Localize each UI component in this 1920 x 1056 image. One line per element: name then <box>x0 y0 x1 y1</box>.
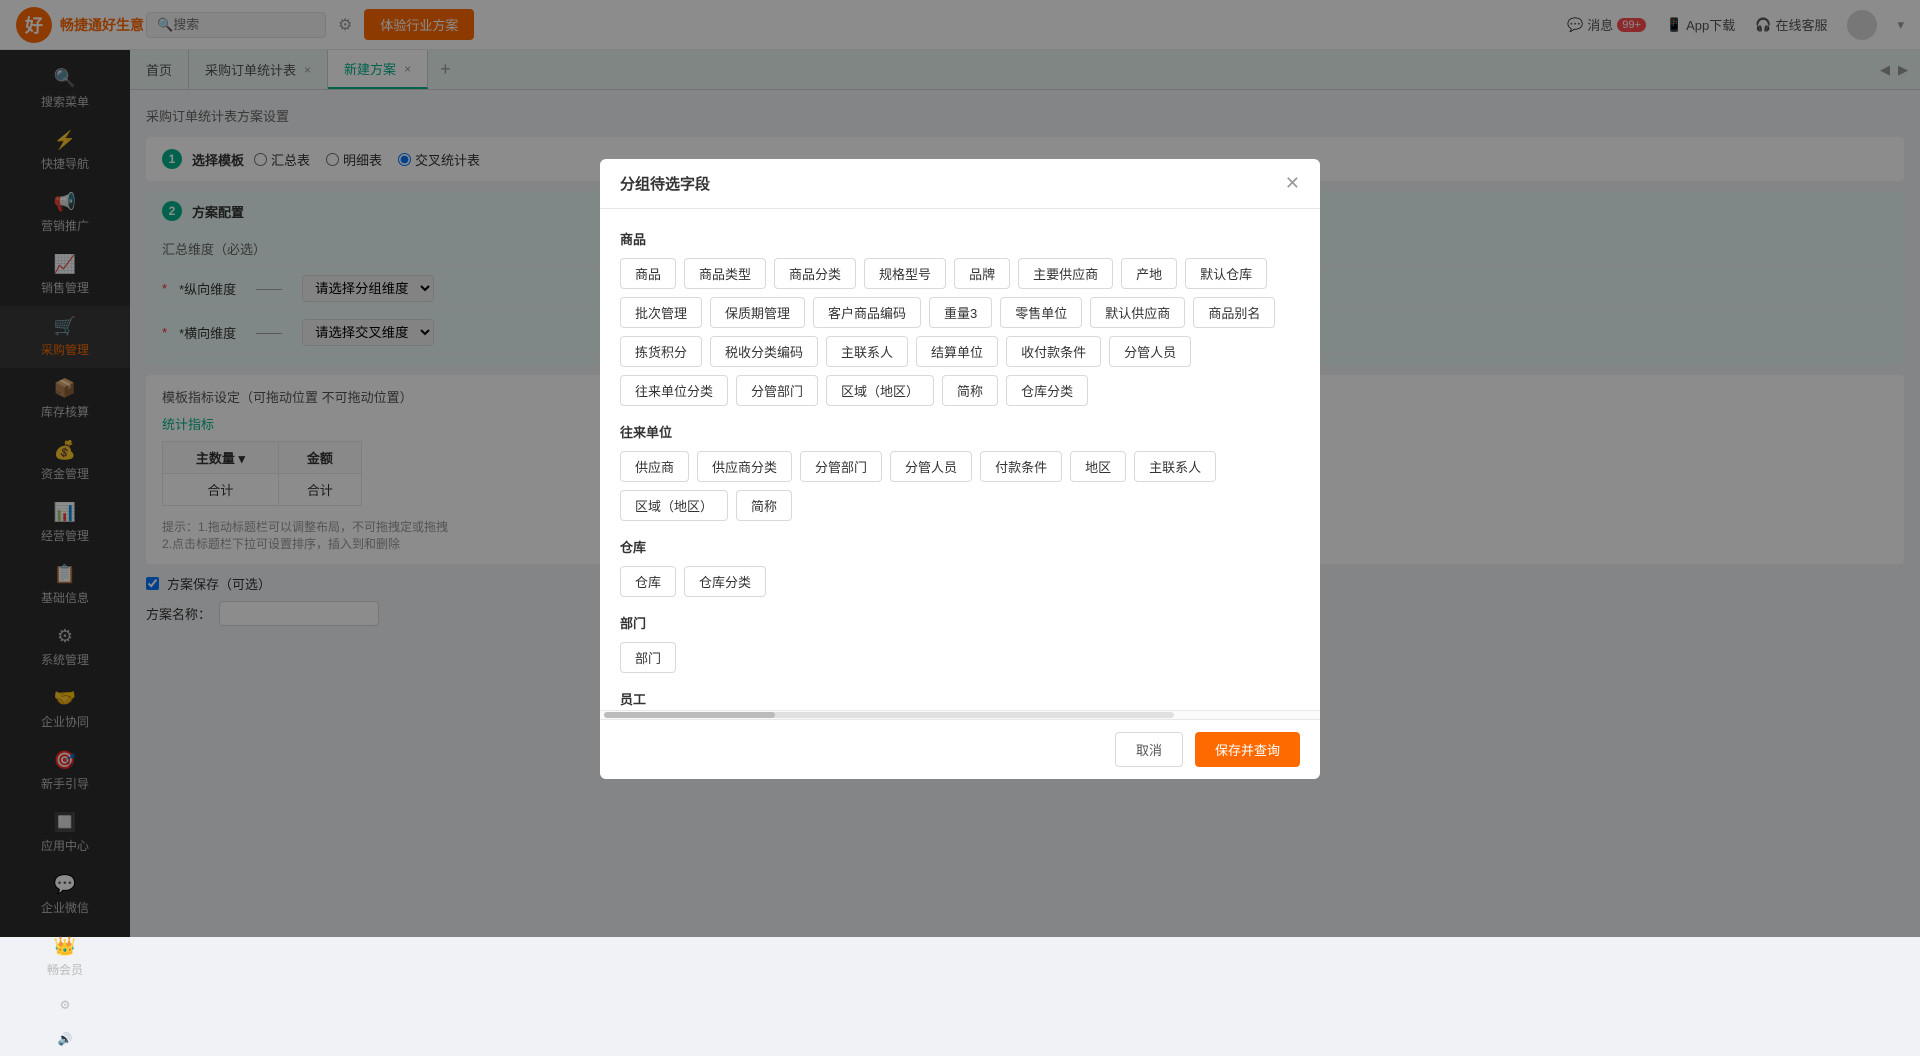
field-chip-goods-type[interactable]: 商品类型 <box>684 258 766 289</box>
confirm-button[interactable]: 保存并查询 <box>1195 732 1300 767</box>
main-content: 首页 采购订单统计表 × 新建方案 × + ◀ ▶ 采购订单统计表方案设置 <box>130 50 1920 937</box>
field-chip-area[interactable]: 地区 <box>1070 451 1126 482</box>
field-chip-main-supplier[interactable]: 主要供应商 <box>1018 258 1113 289</box>
field-grid-partner: 供应商 供应商分类 分管部门 分管人员 付款条件 地区 主联系人 区域（地区） … <box>620 451 1300 521</box>
field-chip-short-name2[interactable]: 简称 <box>736 490 792 521</box>
field-chip-region[interactable]: 区域（地区） <box>826 375 934 406</box>
modal-scrollbar[interactable] <box>600 710 1320 719</box>
field-chip-supplier[interactable]: 供应商 <box>620 451 689 482</box>
sidebar-volume-bottom[interactable]: 🔊 <box>0 1022 130 1056</box>
field-chip-warehouse-category[interactable]: 仓库分类 <box>1006 375 1088 406</box>
modal-overlay: 分组待选字段 ✕ 商品 商品 商品类型 商品分类 规格型号 品牌 主要供应商 <box>130 90 1920 937</box>
field-chip-supplier-category[interactable]: 供应商分类 <box>697 451 792 482</box>
field-chip-warehouse-cat[interactable]: 仓库分类 <box>684 566 766 597</box>
main-layout: 🔍 搜索菜单 ⚡ 快捷导航 📢 营销推广 📈 销售管理 🛒 采购管理 📦 库存核… <box>0 50 1920 937</box>
field-chip-batch-mgmt[interactable]: 批次管理 <box>620 297 702 328</box>
field-chip-spec-model[interactable]: 规格型号 <box>864 258 946 289</box>
field-grid-goods: 商品 商品类型 商品分类 规格型号 品牌 主要供应商 产地 默认仓库 批次管理 … <box>620 258 1300 406</box>
field-chip-tax-code[interactable]: 税收分类编码 <box>710 336 818 367</box>
sidebar-bottom: ⚙ 🔊 <box>0 988 130 1056</box>
sidebar-item-label-member: 畅会员 <box>47 961 83 978</box>
modal-title: 分组待选字段 <box>620 173 710 194</box>
field-grid-warehouse: 仓库 仓库分类 <box>620 566 1300 597</box>
field-chip-region2[interactable]: 区域（地区） <box>620 490 728 521</box>
field-chip-warehouse[interactable]: 仓库 <box>620 566 676 597</box>
field-chip-default-supplier[interactable]: 默认供应商 <box>1090 297 1185 328</box>
modal-footer: 取消 保存并查询 <box>600 719 1320 779</box>
section-title-warehouse: 仓库 <box>620 537 1300 556</box>
section-title-goods: 商品 <box>620 229 1300 248</box>
field-grid-dept: 部门 <box>620 642 1300 673</box>
section-title-partner: 往来单位 <box>620 422 1300 441</box>
field-chip-main-contact2[interactable]: 主联系人 <box>1134 451 1216 482</box>
field-chip-retail-unit[interactable]: 零售单位 <box>1000 297 1082 328</box>
cancel-button[interactable]: 取消 <box>1115 732 1183 767</box>
modal-body: 商品 商品 商品类型 商品分类 规格型号 品牌 主要供应商 产地 默认仓库 批次… <box>600 209 1320 710</box>
page-content: 采购订单统计表方案设置 1 选择模板 汇总表 明细表 交叉统计表 2 <box>130 90 1920 937</box>
modal-header: 分组待选字段 ✕ <box>600 159 1320 209</box>
field-chip-default-warehouse[interactable]: 默认仓库 <box>1185 258 1267 289</box>
field-chip-goods[interactable]: 商品 <box>620 258 676 289</box>
field-chip-expiry-mgmt[interactable]: 保质期管理 <box>710 297 805 328</box>
field-chip-customer-code[interactable]: 客户商品编码 <box>813 297 921 328</box>
field-chip-goods-alias[interactable]: 商品别名 <box>1193 297 1275 328</box>
field-chip-dept[interactable]: 部门 <box>620 642 676 673</box>
section-title-staff: 员工 <box>620 689 1300 708</box>
field-chip-payment-terms[interactable]: 收付款条件 <box>1006 336 1101 367</box>
field-chip-pay-terms[interactable]: 付款条件 <box>980 451 1062 482</box>
field-chip-brand[interactable]: 品牌 <box>954 258 1010 289</box>
settings-bottom-icon: ⚙ <box>60 998 71 1012</box>
field-chip-dept-mgmt[interactable]: 分管部门 <box>736 375 818 406</box>
field-chip-origin[interactable]: 产地 <box>1121 258 1177 289</box>
field-chip-dept-mgmt2[interactable]: 分管部门 <box>800 451 882 482</box>
field-chip-short-name[interactable]: 简称 <box>942 375 998 406</box>
modal-close-button[interactable]: ✕ <box>1285 173 1300 194</box>
sidebar-settings-bottom[interactable]: ⚙ <box>0 988 130 1022</box>
field-chip-manager2[interactable]: 分管人员 <box>890 451 972 482</box>
member-icon: 👑 <box>54 936 76 957</box>
field-select-modal: 分组待选字段 ✕ 商品 商品 商品类型 商品分类 规格型号 品牌 主要供应商 <box>600 159 1320 779</box>
section-title-dept: 部门 <box>620 613 1300 632</box>
field-chip-pick-points[interactable]: 拣货积分 <box>620 336 702 367</box>
field-chip-settlement-unit[interactable]: 结算单位 <box>916 336 998 367</box>
field-chip-partner-category[interactable]: 往来单位分类 <box>620 375 728 406</box>
volume-icon: 🔊 <box>58 1032 73 1046</box>
field-chip-weight[interactable]: 重量3 <box>929 297 992 328</box>
field-chip-goods-category[interactable]: 商品分类 <box>774 258 856 289</box>
field-chip-main-contact[interactable]: 主联系人 <box>826 336 908 367</box>
field-chip-manager[interactable]: 分管人员 <box>1109 336 1191 367</box>
